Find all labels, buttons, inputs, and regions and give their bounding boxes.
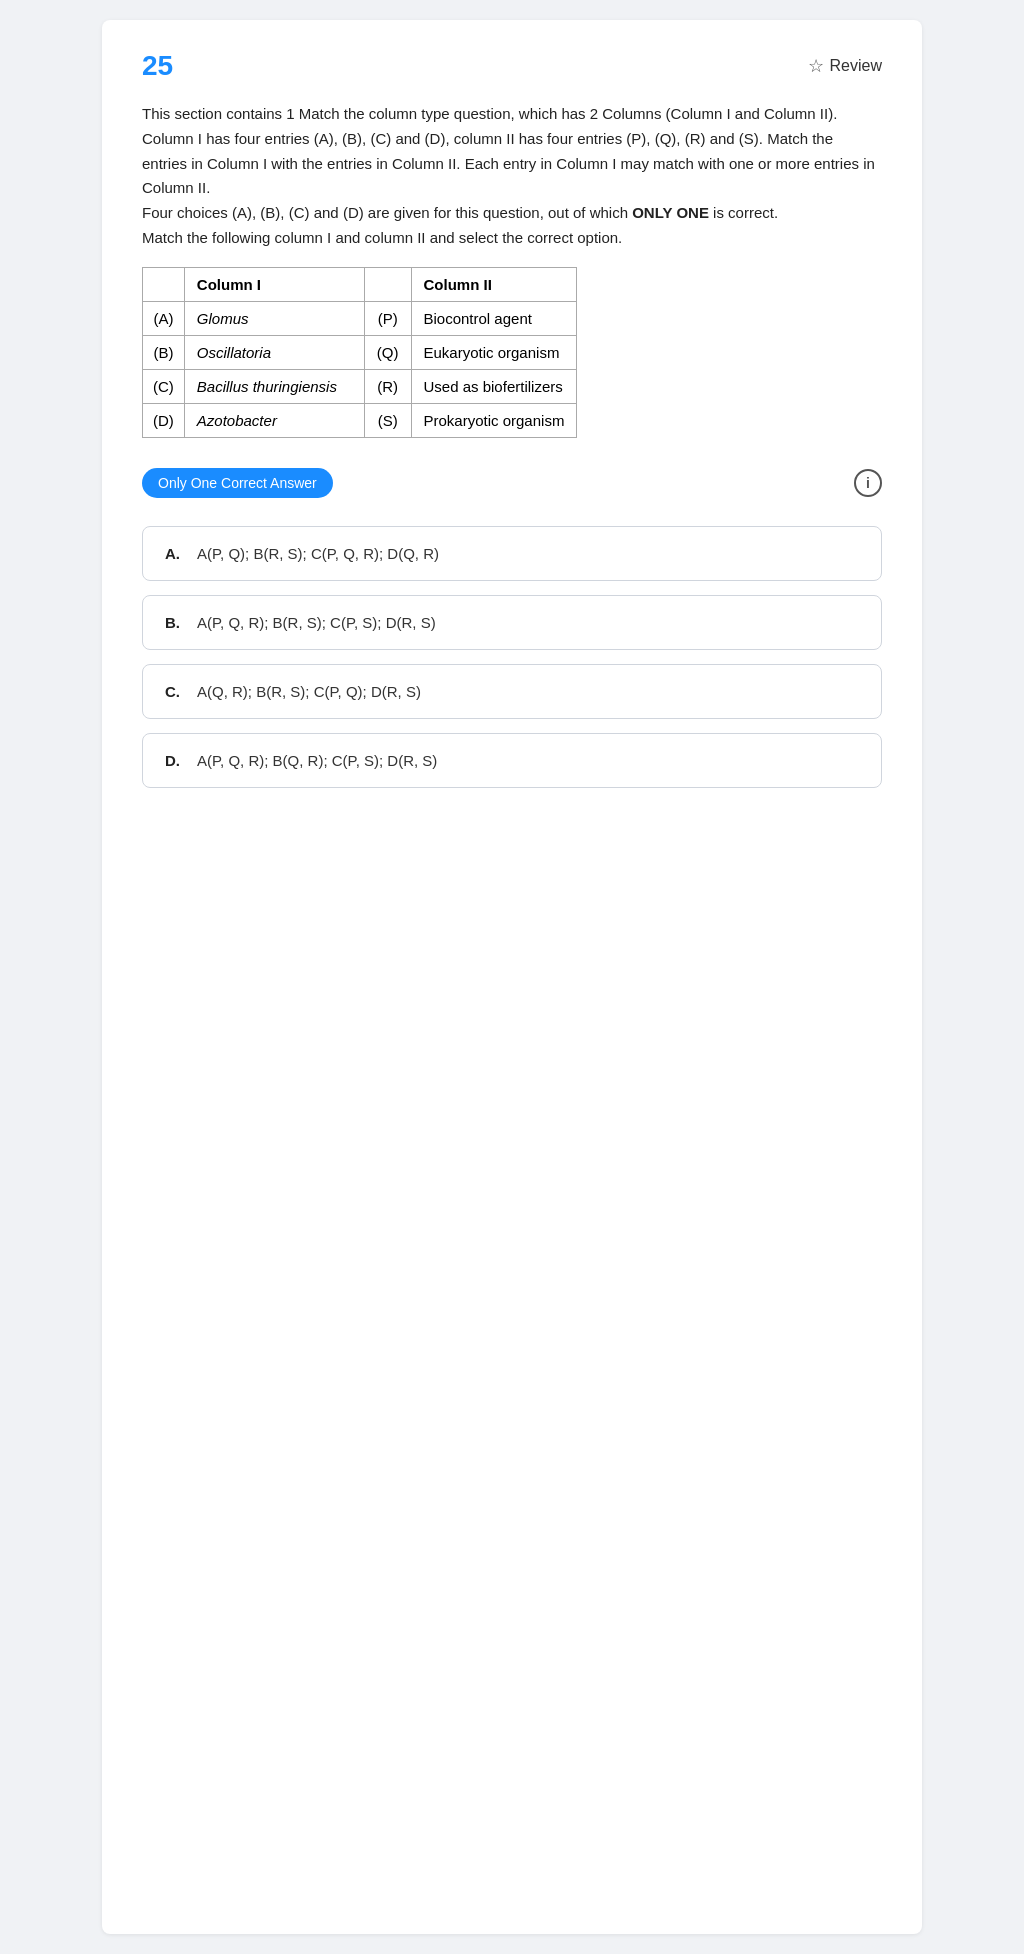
option-label: C. [165,683,183,700]
col2-label: (S) [364,403,411,437]
col2-value: Prokaryotic organism [411,403,577,437]
answer-type-badge: Only One Correct Answer [142,468,333,498]
col1-label: (D) [143,403,185,437]
option-label: A. [165,545,183,562]
col1-value: Oscillatoria [184,335,364,369]
table-header-col1: Column I [184,267,364,301]
match-table: Column I Column II (A) Glomus (P) Biocon… [142,267,577,438]
option-label: B. [165,614,183,631]
option-item-d[interactable]: D. A(P, Q, R); B(Q, R); C(P, S); D(R, S) [142,733,882,788]
col2-value: Eukaryotic organism [411,335,577,369]
option-label: D. [165,752,183,769]
option-item-a[interactable]: A. A(P, Q); B(R, S); C(P, Q, R); D(Q, R) [142,526,882,581]
col2-label: (Q) [364,335,411,369]
para2-suffix: is correct. [709,204,778,221]
table-row: (C) Bacillus thuringiensis (R) Used as b… [143,369,577,403]
review-button[interactable]: ☆ Review [808,55,882,77]
col1-label: (B) [143,335,185,369]
option-text: A(Q, R); B(R, S); C(P, Q); D(R, S) [197,683,421,700]
description-para2: Four choices (A), (B), (C) and (D) are g… [142,201,882,226]
para2-prefix: Four choices (A), (B), (C) and (D) are g… [142,204,632,221]
col2-label: (P) [364,301,411,335]
col1-value: Bacillus thuringiensis [184,369,364,403]
option-text: A(P, Q); B(R, S); C(P, Q, R); D(Q, R) [197,545,439,562]
question-number: 25 [142,50,173,82]
para2-bold: ONLY ONE [632,204,709,221]
review-label: Review [830,57,882,75]
col2-label: (R) [364,369,411,403]
table-row: (B) Oscillatoria (Q) Eukaryotic organism [143,335,577,369]
info-icon[interactable]: i [854,469,882,497]
table-row: (D) Azotobacter (S) Prokaryotic organism [143,403,577,437]
question-header: 25 ☆ Review [142,50,882,82]
option-item-b[interactable]: B. A(P, Q, R); B(R, S); C(P, S); D(R, S) [142,595,882,650]
table-header-col2-empty [364,267,411,301]
option-text: A(P, Q, R); B(R, S); C(P, S); D(R, S) [197,614,436,631]
badge-row: Only One Correct Answer i [142,468,882,498]
question-description: This section contains 1 Match the column… [142,102,882,251]
col1-value: Glomus [184,301,364,335]
col1-label: (C) [143,369,185,403]
col1-label: (A) [143,301,185,335]
options-list: A. A(P, Q); B(R, S); C(P, Q, R); D(Q, R)… [142,526,882,788]
star-icon: ☆ [808,55,824,77]
table-header-col2: Column II [411,267,577,301]
col2-value: Used as biofertilizers [411,369,577,403]
col1-value: Azotobacter [184,403,364,437]
option-item-c[interactable]: C. A(Q, R); B(R, S); C(P, Q); D(R, S) [142,664,882,719]
description-para1: This section contains 1 Match the column… [142,102,882,201]
description-para3: Match the following column I and column … [142,226,882,251]
table-header-col1-empty [143,267,185,301]
col2-value: Biocontrol agent [411,301,577,335]
option-text: A(P, Q, R); B(Q, R); C(P, S); D(R, S) [197,752,437,769]
table-row: (A) Glomus (P) Biocontrol agent [143,301,577,335]
